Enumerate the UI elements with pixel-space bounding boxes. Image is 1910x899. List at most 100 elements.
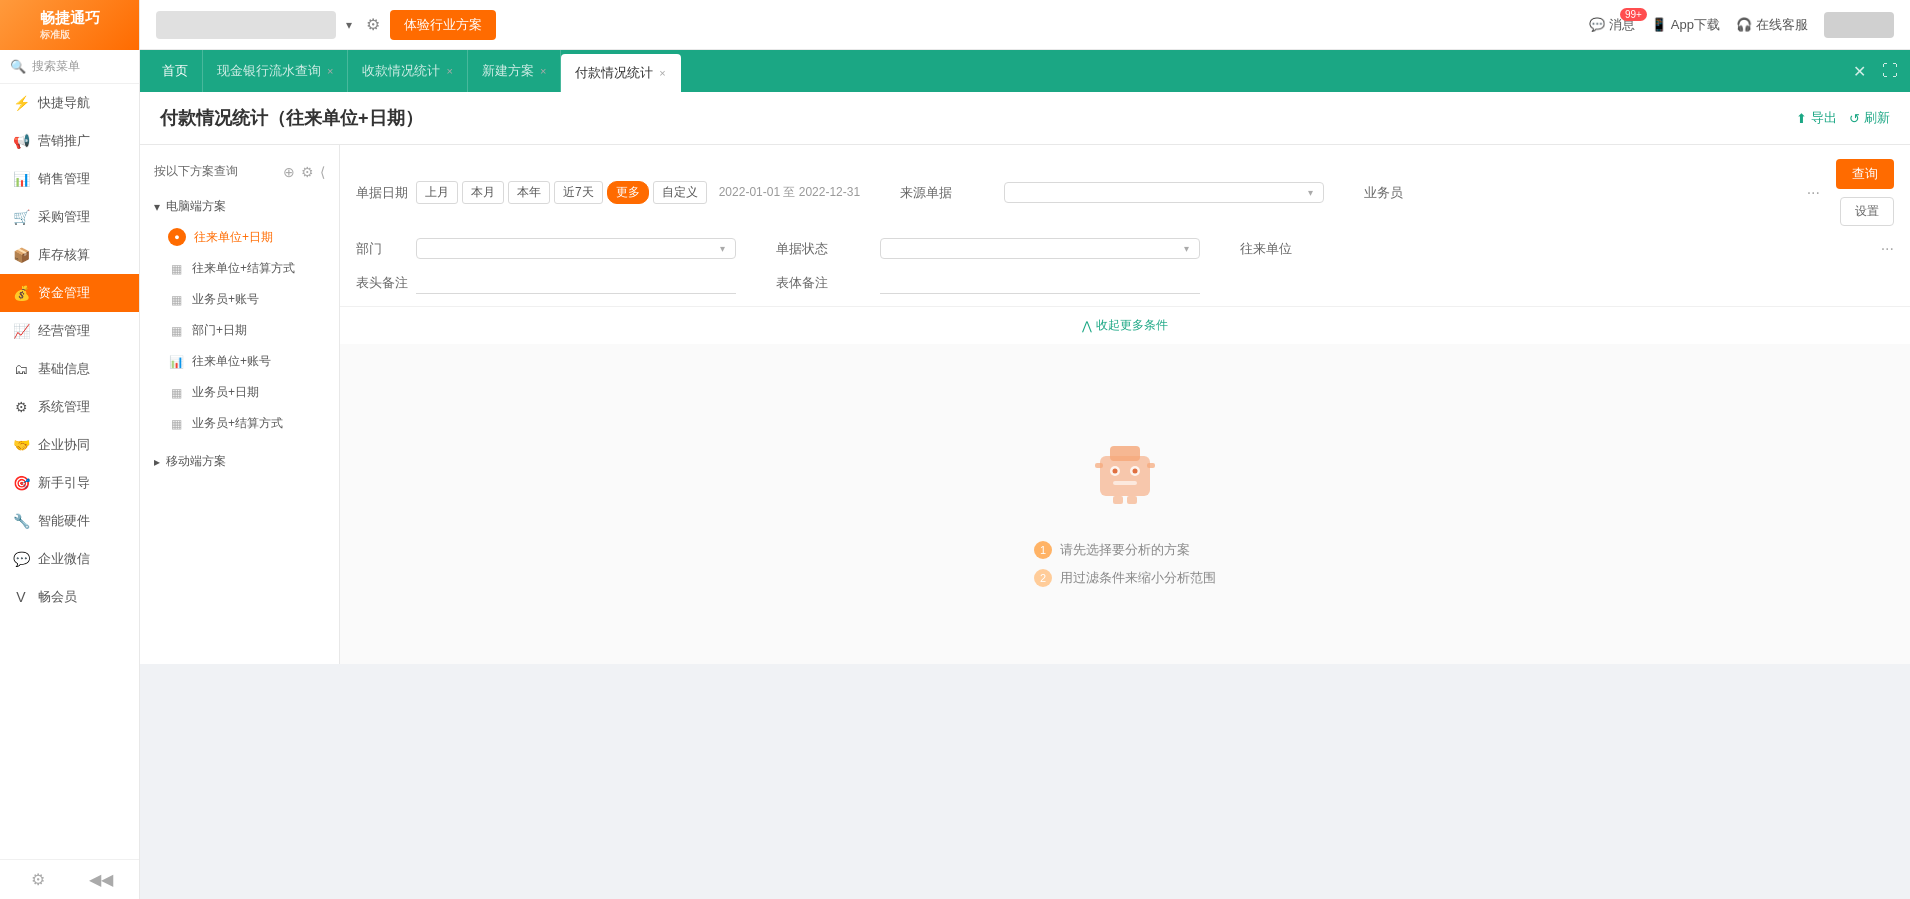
hardware-icon: 🔧 — [12, 512, 30, 530]
topbar-gear-icon[interactable]: ⚙ — [366, 15, 380, 34]
table-header-note-input[interactable] — [416, 271, 736, 294]
svg-point-5 — [1133, 469, 1138, 474]
sidebar-item-marketing[interactable]: 📢 营销推广 — [0, 122, 139, 160]
tabbar-expand-btn[interactable]: ⛶ — [1878, 58, 1902, 85]
scheme-label-dept-date: 部门+日期 — [192, 322, 247, 339]
online-service-label: 在线客服 — [1756, 16, 1808, 34]
tab-new-plan-label: 新建方案 — [482, 62, 534, 80]
doc-status-label: 单据状态 — [776, 240, 876, 258]
source-doc-label: 来源单据 — [900, 184, 1000, 202]
mobile-section-title[interactable]: ▸ 移动端方案 — [140, 447, 339, 476]
tip-num-2: 2 — [1034, 569, 1052, 587]
date-btn-custom[interactable]: 自定义 — [653, 181, 707, 204]
dept-arrow: ▾ — [720, 243, 725, 254]
date-btn-more[interactable]: 更多 — [607, 181, 649, 204]
scheme-query-label: 按以下方案查询 — [154, 163, 238, 180]
trial-button[interactable]: 体验行业方案 — [390, 10, 496, 40]
desktop-scheme-section: ▾ 电脑端方案 ● 往来单位+日期 ▦ 往来单位+结算方式 ▦ 业务员+账号 — [140, 188, 339, 443]
scheme-item-staff-date[interactable]: ▦ 业务员+日期 — [140, 377, 339, 408]
scheme-label-partner-settle: 往来单位+结算方式 — [192, 260, 295, 277]
scheme-icon-staff-settle: ▦ — [168, 416, 184, 432]
desktop-section-title[interactable]: ▾ 电脑端方案 — [140, 192, 339, 221]
scheme-item-staff-account[interactable]: ▦ 业务员+账号 — [140, 284, 339, 315]
dept-select[interactable]: ▾ — [416, 238, 736, 259]
tab-cash-flow-close[interactable]: × — [327, 65, 333, 77]
date-btn-last-month[interactable]: 上月 — [416, 181, 458, 204]
sidebar-item-purchase[interactable]: 🛒 采购管理 — [0, 198, 139, 236]
sidebar-label-marketing: 营销推广 — [38, 132, 90, 150]
scheme-item-partner-date[interactable]: ● 往来单位+日期 — [140, 221, 339, 253]
sidebar-item-finance[interactable]: 💰 资金管理 — [0, 274, 139, 312]
topbar-right: 💬 消息 99+ 📱 App下载 🎧 在线客服 — [1589, 12, 1894, 38]
sidebar-label-member: 畅会员 — [38, 588, 77, 606]
inventory-icon: 📦 — [12, 246, 30, 264]
sidebar-item-member[interactable]: V 畅会员 — [0, 578, 139, 616]
query-button[interactable]: 查询 — [1836, 159, 1894, 189]
app-download-link[interactable]: 📱 App下载 — [1651, 16, 1720, 34]
tabbar-close-btn[interactable]: ✕ — [1849, 58, 1870, 85]
tab-home[interactable]: 首页 — [148, 50, 203, 92]
collapse-panel-icon[interactable]: ⟨ — [320, 164, 325, 180]
scheme-icon-staff-account: ▦ — [168, 292, 184, 308]
message-badge[interactable]: 💬 消息 99+ — [1589, 16, 1635, 34]
tab-new-plan[interactable]: 新建方案 × — [468, 50, 561, 92]
tip-num-1: 1 — [1034, 541, 1052, 559]
sidebar-settings-btn[interactable]: ⚙ — [10, 870, 66, 889]
sidebar-item-sales[interactable]: 📊 销售管理 — [0, 160, 139, 198]
sidebar-item-guide[interactable]: 🎯 新手引导 — [0, 464, 139, 502]
table-body-note-input[interactable] — [880, 271, 1200, 294]
date-btn-this-month[interactable]: 本月 — [462, 181, 504, 204]
tab-payment-stat[interactable]: 付款情况统计 × — [561, 54, 680, 92]
search-menu[interactable]: 🔍 搜索菜单 — [0, 50, 139, 84]
refresh-button[interactable]: ↺ 刷新 — [1849, 109, 1890, 127]
sidebar-collapse-btn[interactable]: ◀◀ — [74, 870, 130, 889]
settings-scheme-icon[interactable]: ⚙ — [301, 164, 314, 180]
sidebar-item-weixin[interactable]: 💬 企业微信 — [0, 540, 139, 578]
tab-receivable[interactable]: 收款情况统计 × — [348, 50, 467, 92]
svg-rect-0 — [1100, 456, 1150, 496]
topbar: ▾ ⚙ 体验行业方案 💬 消息 99+ 📱 App下载 🎧 在线客服 — [140, 0, 1910, 50]
scheme-item-staff-settle[interactable]: ▦ 业务员+结算方式 — [140, 408, 339, 439]
partner-label: 往来单位 — [1240, 240, 1340, 258]
scheme-icon-staff-date: ▦ — [168, 385, 184, 401]
sidebar-item-base[interactable]: 🗂 基础信息 — [0, 350, 139, 388]
brand-sub: 标准版 — [40, 28, 100, 42]
tabbar: 首页 现金银行流水查询 × 收款情况统计 × 新建方案 × 付款情况统计 × ✕… — [140, 50, 1910, 92]
tab-receivable-close[interactable]: × — [446, 65, 452, 77]
date-btn-this-year[interactable]: 本年 — [508, 181, 550, 204]
collapse-bar: ⋀ 收起更多条件 — [340, 306, 1910, 344]
scheme-item-dept-date[interactable]: ▦ 部门+日期 — [140, 315, 339, 346]
salesman-dots[interactable]: ··· — [1790, 184, 1820, 202]
svg-rect-10 — [1127, 496, 1137, 504]
export-button[interactable]: ⬆ 导出 — [1796, 109, 1837, 127]
source-doc-select[interactable]: ▾ — [1004, 182, 1324, 203]
sidebar-item-operation[interactable]: 📈 经营管理 — [0, 312, 139, 350]
svg-rect-6 — [1113, 481, 1137, 485]
doc-status-select[interactable]: ▾ — [880, 238, 1200, 259]
scheme-item-partner-settle[interactable]: ▦ 往来单位+结算方式 — [140, 253, 339, 284]
scheme-item-partner-account[interactable]: 📊 往来单位+账号 — [140, 346, 339, 377]
sidebar-item-enterprise[interactable]: 🤝 企业协同 — [0, 426, 139, 464]
sidebar-item-inventory[interactable]: 📦 库存核算 — [0, 236, 139, 274]
quick-nav-icon: ⚡ — [12, 94, 30, 112]
page-header-actions: ⬆ 导出 ↺ 刷新 — [1796, 109, 1890, 127]
online-service-link[interactable]: 🎧 在线客服 — [1736, 16, 1808, 34]
collapse-conditions-button[interactable]: ⋀ 收起更多条件 — [1082, 317, 1168, 334]
sidebar-item-quick-nav[interactable]: ⚡ 快捷导航 — [0, 84, 139, 122]
tab-cash-flow[interactable]: 现金银行流水查询 × — [203, 50, 348, 92]
marketing-icon: 📢 — [12, 132, 30, 150]
sidebar-item-hardware[interactable]: 🔧 智能硬件 — [0, 502, 139, 540]
settings-button[interactable]: 设置 — [1840, 197, 1894, 226]
tab-payment-stat-close[interactable]: × — [659, 67, 665, 79]
tab-new-plan-close[interactable]: × — [540, 65, 546, 77]
date-btn-7days[interactable]: 近7天 — [554, 181, 603, 204]
search-icon: 🔍 — [10, 59, 26, 74]
sidebar-item-system[interactable]: ⚙ 系统管理 — [0, 388, 139, 426]
refresh-label: 刷新 — [1864, 109, 1890, 127]
topbar-brand-placeholder — [156, 11, 336, 39]
scheme-label-partner-account: 往来单位+账号 — [192, 353, 271, 370]
add-scheme-icon[interactable]: ⊕ — [283, 164, 295, 180]
topbar-dropdown[interactable]: ▾ — [346, 18, 352, 32]
partner-dots[interactable]: ··· — [1864, 240, 1894, 258]
empty-tip-2: 2 用过滤条件来缩小分析范围 — [1034, 569, 1216, 587]
